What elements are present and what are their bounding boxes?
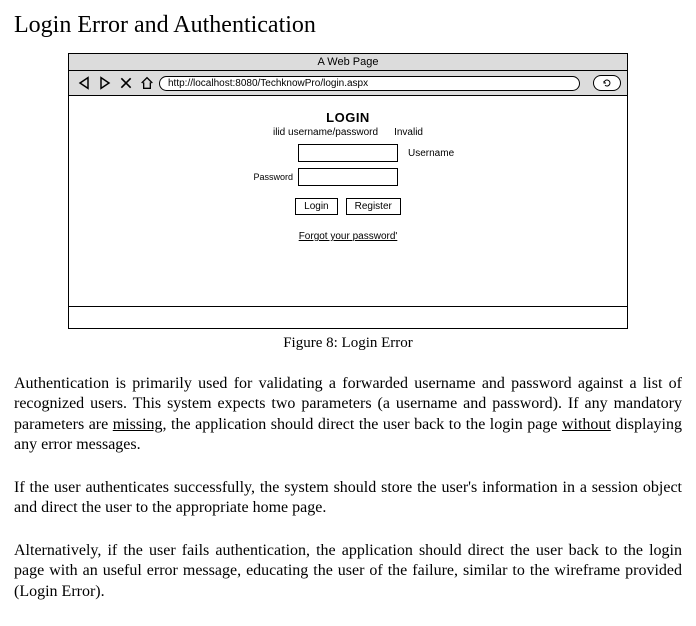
p1-missing: missing xyxy=(113,416,163,433)
forward-icon[interactable] xyxy=(96,74,114,92)
paragraph-1: Authentication is primarily used for val… xyxy=(14,374,682,456)
page-title: Login Error and Authentication xyxy=(14,12,682,39)
password-input[interactable] xyxy=(298,168,398,186)
page-content: LOGIN ilid username/password Invalid Use… xyxy=(69,96,627,306)
back-icon[interactable] xyxy=(75,74,93,92)
reload-icon[interactable] xyxy=(593,75,621,91)
browser-wireframe: A Web Page http://localhost:8080/Techkno… xyxy=(68,53,628,329)
figure-wrap: A Web Page http://localhost:8080/Techkno… xyxy=(68,53,628,352)
login-button[interactable]: Login xyxy=(295,198,337,215)
address-bar: http://localhost:8080/TechknowPro/login.… xyxy=(69,71,627,96)
paragraph-3: Alternatively, if the user fails authent… xyxy=(14,541,682,602)
browser-footer-strip xyxy=(69,306,627,328)
username-label: Username xyxy=(408,148,454,159)
browser-tab: A Web Page xyxy=(69,54,627,71)
register-button[interactable]: Register xyxy=(346,198,401,215)
p1-text-b: , the application should direct the user… xyxy=(163,416,562,433)
username-input[interactable] xyxy=(298,144,398,162)
error-message: ilid username/password xyxy=(273,127,378,138)
password-label: Password xyxy=(253,172,293,182)
url-field[interactable]: http://localhost:8080/TechknowPro/login.… xyxy=(159,76,580,91)
figure-caption: Figure 8: Login Error xyxy=(68,335,628,352)
paragraph-2: If the user authenticates successfully, … xyxy=(14,478,682,519)
home-icon[interactable] xyxy=(138,74,156,92)
close-icon[interactable] xyxy=(117,74,135,92)
login-heading: LOGIN xyxy=(69,96,627,125)
invalid-label: Invalid xyxy=(394,127,423,138)
p1-without: without xyxy=(562,416,611,433)
forgot-password-link[interactable]: Forgot your password' xyxy=(69,231,627,242)
